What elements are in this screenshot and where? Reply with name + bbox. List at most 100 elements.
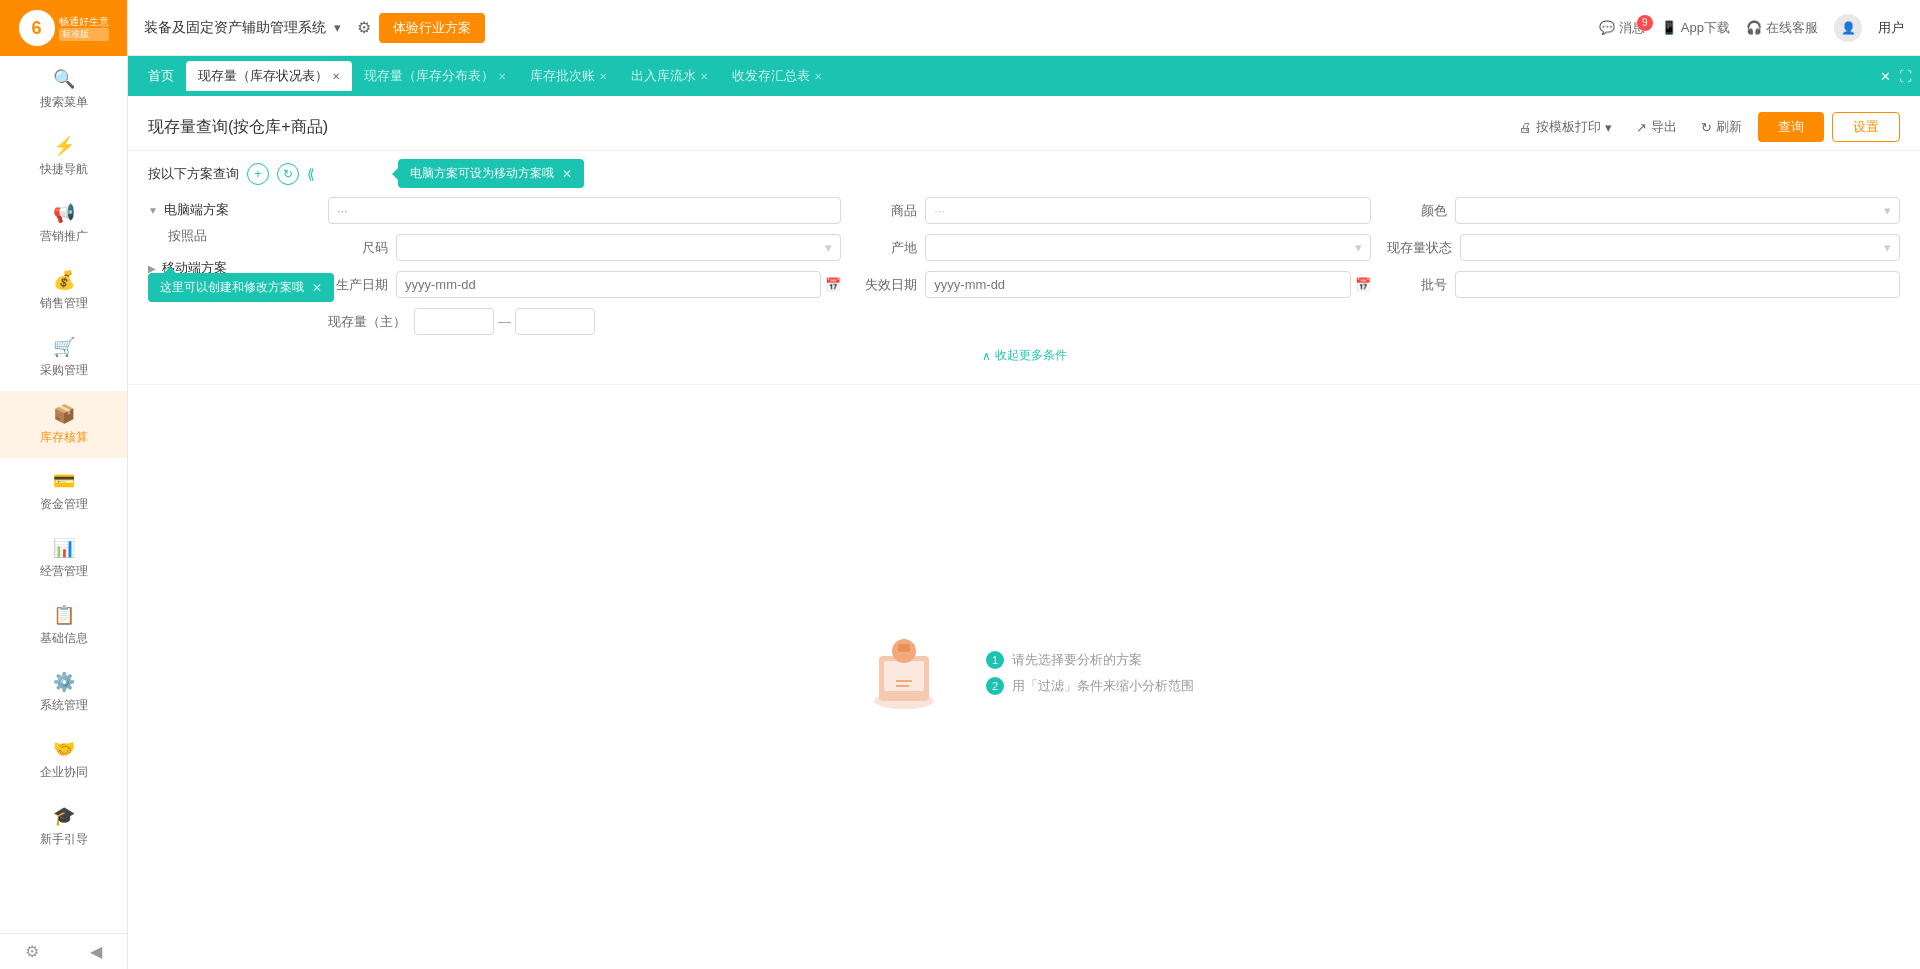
edit-tooltip: 这里可以创建和修改方案哦 ✕ [148, 273, 334, 302]
logo-text: 畅通好生意 标准版 [59, 15, 109, 42]
tab-close-all-icon[interactable]: ✕ [1880, 69, 1891, 84]
goods-select[interactable]: ··· [925, 197, 1370, 224]
tab-close-icon[interactable]: ✕ [332, 71, 340, 82]
export-button[interactable]: ↗ 导出 [1628, 114, 1685, 140]
scheme-tooltip-close[interactable]: ✕ [562, 167, 572, 181]
sidebar-item-operation[interactable]: 📊 经营管理 [0, 525, 127, 592]
print-button[interactable]: 🖨 按模板打印 ▾ [1511, 114, 1620, 140]
logo-icon: 6 [19, 10, 55, 46]
chevron-down-icon: ▾ [825, 240, 832, 255]
sidebar-item-search[interactable]: 🔍 搜索菜单 [0, 56, 127, 123]
sidebar: 6 畅通好生意 标准版 🔍 搜索菜单 ⚡ 快捷导航 📢 营销推广 💰 销售管理 … [0, 0, 128, 969]
filter-field-status: 现存量状态 ▾ [1387, 234, 1900, 261]
user-name: 用户 [1878, 19, 1904, 37]
tab-inventory-batch[interactable]: 库存批次账 ✕ [518, 61, 619, 91]
size-select[interactable]: ▾ [396, 234, 841, 261]
set-button[interactable]: 设置 [1832, 112, 1900, 142]
calendar-icon[interactable]: 📅 [1355, 277, 1371, 292]
filter-field-mfg-date: 生产日期 📅 [328, 271, 841, 298]
tab-home[interactable]: 首页 [136, 61, 186, 91]
chevron-down-icon: ▾ [1884, 240, 1891, 255]
tab-close-icon[interactable]: ✕ [700, 71, 708, 82]
warehouse-select[interactable]: ··· [328, 197, 841, 224]
filter-fields: ··· 商品 ··· 颜色 [328, 197, 1900, 339]
sidebar-item-basic-info[interactable]: 📋 基础信息 [0, 592, 127, 659]
filter-row-4: 现存量（主） — [328, 308, 1900, 335]
filter-label: 按以下方案查询 [148, 165, 239, 183]
support-button[interactable]: 🎧 在线客服 [1746, 19, 1818, 37]
batch-input[interactable] [1455, 271, 1900, 298]
refresh-scheme-button[interactable]: ↻ [277, 163, 299, 185]
sidebar-item-guide[interactable]: 🎓 新手引导 [0, 793, 127, 860]
mfg-date-start-input[interactable] [396, 271, 821, 298]
filter-header: 按以下方案查询 + ↻ ⟪ 电脑方案可设为移动方案哦 ✕ [148, 163, 1900, 185]
chevron-down-icon: ▾ [1884, 203, 1891, 218]
sidebar-item-inventory[interactable]: 📦 库存核算 [0, 391, 127, 458]
edit-tooltip-close[interactable]: ✕ [312, 281, 322, 295]
sidebar-item-system[interactable]: ⚙️ 系统管理 [0, 659, 127, 726]
collapse-filter-button[interactable]: ∧ 收起更多条件 [148, 339, 1900, 372]
filter-field-exp-date: 失效日期 📅 [857, 271, 1370, 298]
sidebar-item-finance[interactable]: 💳 资金管理 [0, 458, 127, 525]
stock-qty-max-input[interactable] [515, 308, 595, 335]
filter-row-1: ··· 商品 ··· 颜色 [328, 197, 1900, 224]
filter-field-size: 尺码 ▾ [328, 234, 841, 261]
scheme-desktop[interactable]: ▼ 电脑端方案 [148, 197, 308, 223]
sidebar-item-marketing[interactable]: 📢 营销推广 [0, 190, 127, 257]
tab-inventory-batch-label: 库存批次账 [530, 67, 595, 85]
empty-illustration [854, 626, 954, 729]
scheme-tooltip-text: 电脑方案可设为移动方案哦 [410, 165, 554, 182]
scheme-desktop-sub[interactable]: 按照品 [148, 223, 308, 249]
arrow-left-icon[interactable]: ⟪ [307, 166, 315, 182]
empty-step-1: 1 请先选择要分析的方案 [986, 651, 1194, 669]
phone-icon: 📱 [1661, 20, 1677, 35]
tab-inventory-status[interactable]: 现存量（库存状况表） ✕ [186, 61, 352, 91]
scheme-tree: ▼ 电脑端方案 按照品 ▶ 移动端方案 这里可以创 [148, 197, 308, 339]
header-left: 装备及固定资产辅助管理系统 ▾ ⚙ 体验行业方案 [144, 13, 485, 43]
sidebar-item-quick-nav[interactable]: ⚡ 快捷导航 [0, 123, 127, 190]
sidebar-item-sales[interactable]: 💰 销售管理 [0, 257, 127, 324]
header-settings-icon[interactable]: ⚙ [357, 18, 371, 37]
filter-field-stock-qty: 现存量（主） — [328, 308, 595, 335]
edit-tooltip-text: 这里可以创建和修改方案哦 [160, 279, 304, 296]
refresh-button[interactable]: ↻ 刷新 [1693, 114, 1750, 140]
filter-field-batch: 批号 [1387, 271, 1900, 298]
app-download-button[interactable]: 📱 App下载 [1661, 19, 1730, 37]
filter-area: 按以下方案查询 + ↻ ⟪ 电脑方案可设为移动方案哦 ✕ ▼ 电 [128, 151, 1920, 385]
filter-field-warehouse: ··· [328, 197, 841, 224]
industry-button[interactable]: 体验行业方案 [379, 13, 485, 43]
status-select[interactable]: ▾ [1460, 234, 1900, 261]
tab-close-icon[interactable]: ✕ [814, 71, 822, 82]
purchase-icon: 🛒 [53, 336, 75, 358]
system-selector[interactable]: ▾ [334, 20, 341, 35]
filter-field-color: 颜色 ▾ [1387, 197, 1900, 224]
collapse-sidebar-icon[interactable]: ◀ [90, 942, 102, 961]
stock-qty-min-input[interactable] [414, 308, 494, 335]
tab-close-icon[interactable]: ✕ [599, 71, 607, 82]
tab-receive-summary-label: 收发存汇总表 [732, 67, 810, 85]
settings-bottom-icon[interactable]: ⚙ [25, 942, 39, 961]
calendar-icon[interactable]: 📅 [825, 277, 841, 292]
guide-icon: 🎓 [53, 805, 75, 827]
tab-inout-flow-label: 出入库流水 [631, 67, 696, 85]
tab-inout-flow[interactable]: 出入库流水 ✕ [619, 61, 720, 91]
user-avatar[interactable]: 👤 [1834, 14, 1862, 42]
query-button[interactable]: 查询 [1758, 112, 1824, 142]
system-title: 装备及固定资产辅助管理系统 [144, 19, 326, 37]
add-scheme-button[interactable]: + [247, 163, 269, 185]
tab-inventory-dist[interactable]: 现存量（库存分布表） ✕ [352, 61, 518, 91]
sidebar-item-purchase[interactable]: 🛒 采购管理 [0, 324, 127, 391]
color-select[interactable]: ▾ [1455, 197, 1900, 224]
sidebar-item-enterprise[interactable]: 🤝 企业协同 [0, 726, 127, 793]
tab-close-icon[interactable]: ✕ [498, 71, 506, 82]
svg-rect-4 [898, 644, 910, 652]
tab-receive-summary[interactable]: 收发存汇总表 ✕ [720, 61, 834, 91]
tab-fullscreen-icon[interactable]: ⛶ [1899, 69, 1912, 84]
origin-select[interactable]: ▾ [925, 234, 1370, 261]
page-title: 现存量查询(按仓库+商品) [148, 117, 328, 138]
tab-bar: 首页 现存量（库存状况表） ✕ 现存量（库存分布表） ✕ 库存批次账 ✕ 出入库… [128, 56, 1920, 96]
notification-button[interactable]: 💬 9 消息 [1599, 19, 1645, 37]
exp-date-start-input[interactable] [925, 271, 1350, 298]
scheme-tooltip: 电脑方案可设为移动方案哦 ✕ [398, 159, 584, 188]
chevron-down-icon: ▾ [1605, 120, 1612, 135]
